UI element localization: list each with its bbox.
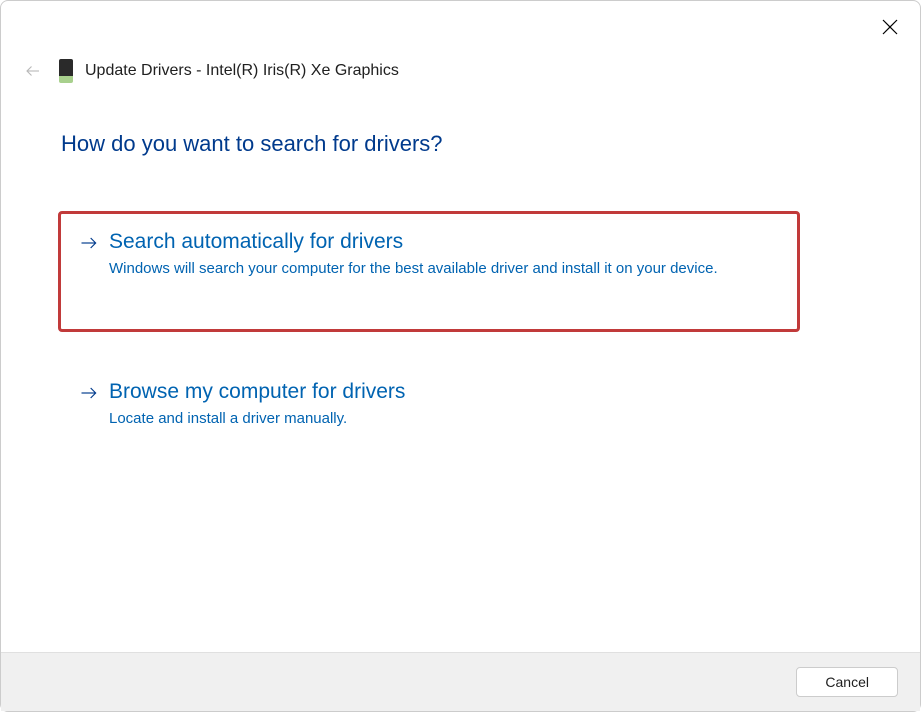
question-heading: How do you want to search for drivers? [61,131,860,157]
option-description: Locate and install a driver manually. [109,408,729,431]
dialog-footer: Cancel [1,652,920,711]
close-button[interactable] [876,13,904,41]
update-drivers-dialog: Update Drivers - Intel(R) Iris(R) Xe Gra… [0,0,921,712]
device-icon [59,59,73,83]
back-button [23,61,43,81]
close-icon [882,19,898,35]
option-description: Windows will search your computer for th… [109,258,729,281]
back-arrow-icon [24,62,42,80]
arrow-right-icon [79,383,99,409]
option-text: Browse my computer for drivers Locate an… [109,380,842,431]
option-browse-manual[interactable]: Browse my computer for drivers Locate an… [61,364,860,455]
option-title: Browse my computer for drivers [109,380,842,404]
dialog-title: Update Drivers - Intel(R) Iris(R) Xe Gra… [85,62,399,80]
cancel-button[interactable]: Cancel [796,667,898,697]
arrow-right-icon [79,233,99,259]
option-title: Search automatically for drivers [109,230,779,254]
dialog-header: Update Drivers - Intel(R) Iris(R) Xe Gra… [1,1,920,83]
dialog-content: How do you want to search for drivers? S… [1,83,920,652]
dialog-title-row: Update Drivers - Intel(R) Iris(R) Xe Gra… [59,59,399,83]
option-search-auto[interactable]: Search automatically for drivers Windows… [58,211,800,332]
option-text: Search automatically for drivers Windows… [109,230,779,281]
